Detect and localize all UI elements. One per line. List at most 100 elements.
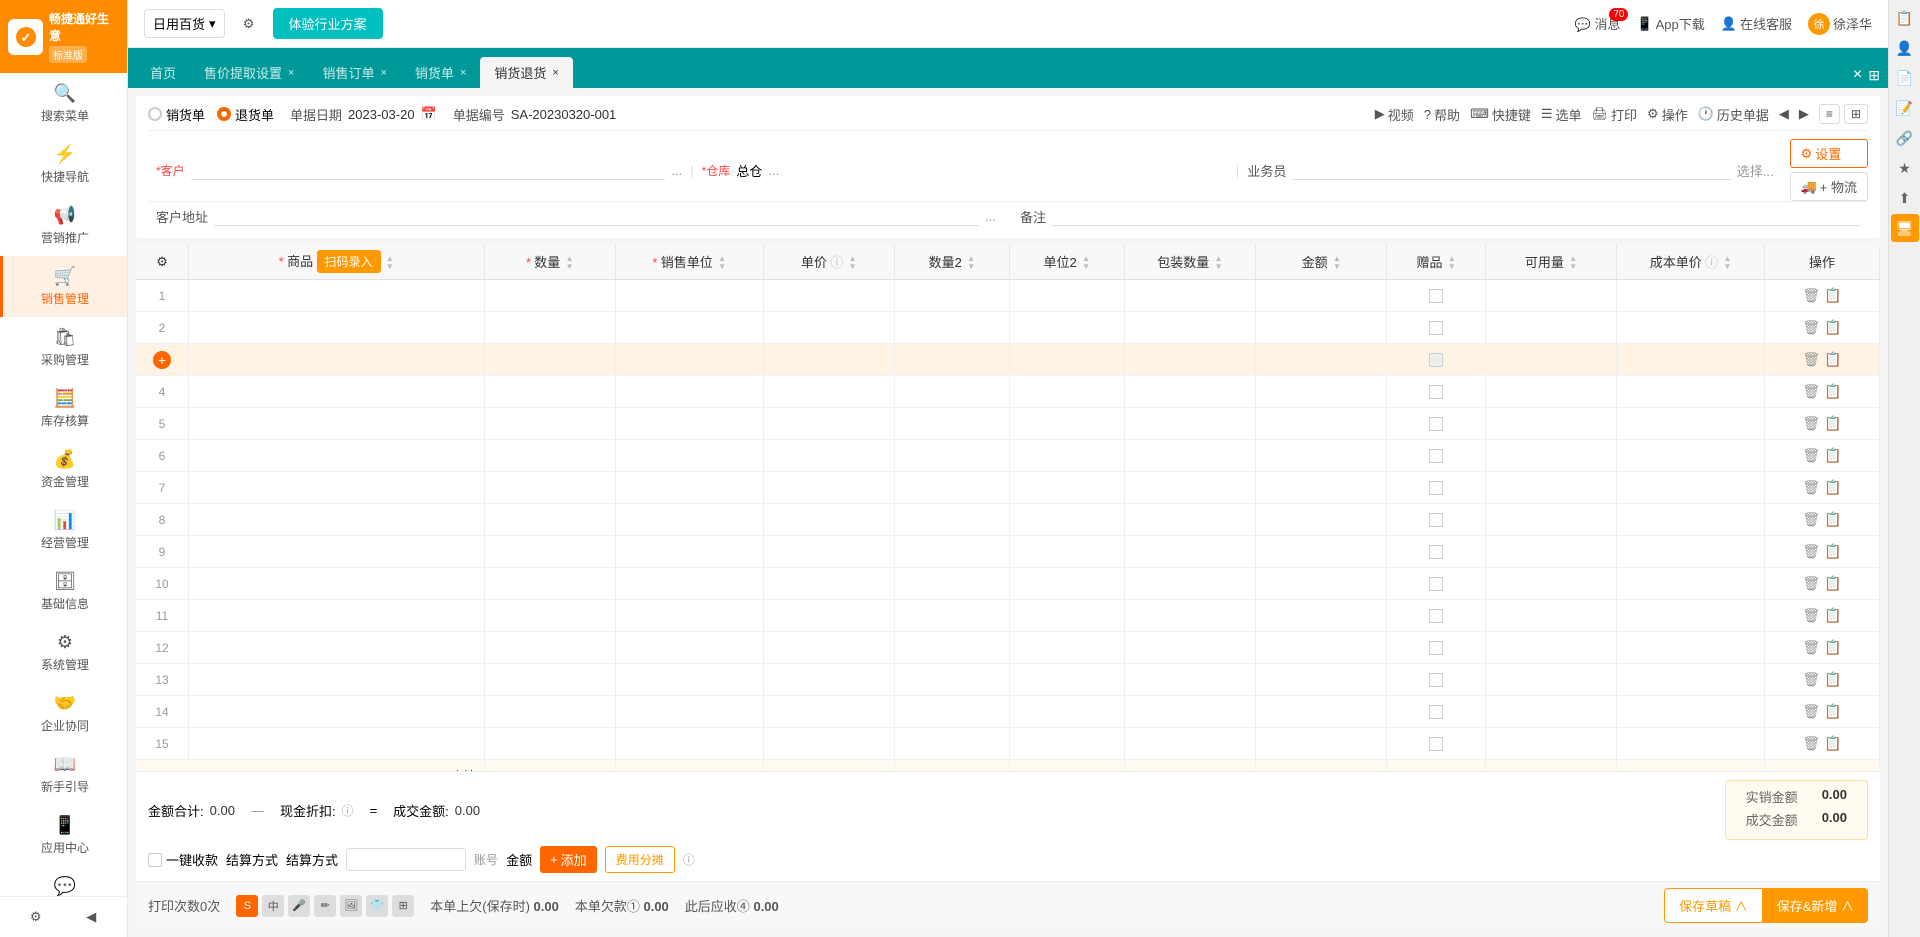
operate-btn[interactable]: ⚙ 操作: [1647, 105, 1688, 124]
gift-checkbox[interactable]: [1429, 705, 1443, 719]
tab-close-icon[interactable]: ×: [380, 67, 386, 79]
sidebar-item-system[interactable]: ⚙ 系统管理: [0, 622, 127, 683]
sidebar-item-purchase[interactable]: 🛍 采购管理: [0, 317, 127, 378]
sidebar-item-inventory[interactable]: 🧮 库存核算: [0, 378, 127, 439]
address-dots[interactable]: ...: [985, 209, 996, 224]
sidebar-item-search[interactable]: 🔍 搜索菜单: [0, 73, 127, 134]
tab-home[interactable]: 首页: [136, 57, 190, 88]
gift-checkbox[interactable]: [1429, 481, 1443, 495]
gift-checkbox[interactable]: [1429, 513, 1443, 527]
delete-icon[interactable]: 🗑: [1802, 383, 1820, 400]
sidebar-item-wechat[interactable]: 💬 企业微信: [0, 866, 127, 896]
copy-icon[interactable]: 📋: [1824, 703, 1841, 720]
gift-checkbox[interactable]: [1429, 385, 1443, 399]
gift-cell[interactable]: [1387, 280, 1486, 312]
copy-icon[interactable]: 📋: [1824, 511, 1841, 528]
warehouse-dots[interactable]: ...: [768, 163, 779, 178]
avail-cell[interactable]: [1485, 280, 1616, 312]
sidebar-item-enterprise[interactable]: 🤝 企业协同: [0, 683, 127, 744]
copy-icon[interactable]: 📋: [1824, 415, 1841, 432]
copy-icon[interactable]: 📋: [1824, 639, 1841, 656]
user-profile[interactable]: 徐 徐泽华: [1808, 13, 1872, 35]
sidebar-item-quick[interactable]: ⚡ 快捷导航: [0, 134, 127, 195]
delete-icon[interactable]: 🗑: [1802, 671, 1820, 688]
customer-dots[interactable]: ...: [671, 163, 682, 178]
video-btn[interactable]: ▶ 视频: [1375, 105, 1414, 124]
rp-icon-6[interactable]: ★: [1891, 154, 1919, 182]
message-button[interactable]: 💬 70 消息: [1575, 14, 1621, 33]
delete-icon[interactable]: 🗑: [1802, 703, 1820, 720]
delete-icon[interactable]: 🗑: [1802, 415, 1820, 432]
delete-icon[interactable]: 🗑: [1802, 735, 1820, 752]
save-draft-button[interactable]: 保存草稿 ∧: [1664, 888, 1763, 923]
cta-button[interactable]: 体验行业方案: [273, 8, 383, 39]
gift-cell[interactable]: [1387, 344, 1486, 376]
product-cell[interactable]: [189, 376, 485, 408]
delete-icon[interactable]: 🗑: [1802, 287, 1820, 304]
copy-icon[interactable]: 📋: [1824, 351, 1841, 368]
staff-input[interactable]: [1292, 160, 1730, 180]
gift-cell[interactable]: [1387, 312, 1486, 344]
sidebar-item-sales[interactable]: 🛒 销售管理: [0, 256, 127, 317]
copy-icon[interactable]: 📋: [1824, 319, 1841, 336]
unit2-cell[interactable]: [1009, 280, 1124, 312]
copy-icon[interactable]: 📋: [1824, 287, 1841, 304]
price-cell[interactable]: [763, 280, 894, 312]
delete-icon[interactable]: 🗑: [1802, 543, 1820, 560]
footer-icon-mic[interactable]: 🎤: [288, 895, 310, 917]
copy-icon[interactable]: 📋: [1824, 607, 1841, 624]
select-btn[interactable]: ☰ 选单: [1541, 105, 1582, 124]
shortcut-btn[interactable]: ⌨ 快捷键: [1470, 105, 1531, 124]
radio-sale[interactable]: 销货单: [148, 105, 205, 124]
help-btn[interactable]: ? 帮助: [1424, 105, 1460, 124]
settings-bottom-icon[interactable]: ⚙: [24, 905, 48, 929]
delete-icon[interactable]: 🗑: [1802, 575, 1820, 592]
product-input-cell[interactable]: [189, 344, 485, 376]
account-input[interactable]: [346, 848, 466, 871]
gift-checkbox[interactable]: [1429, 609, 1443, 623]
gear-icon[interactable]: ⚙: [156, 254, 168, 269]
rp-icon-5[interactable]: 🔗: [1891, 124, 1919, 152]
footer-icon-s[interactable]: S: [236, 895, 258, 917]
tab-restore-icon[interactable]: ⊞: [1868, 67, 1880, 84]
sidebar-item-finance[interactable]: 💰 资金管理: [0, 439, 127, 500]
one-click-checkbox[interactable]: 一键收款: [148, 850, 218, 869]
print-btn[interactable]: 🖨 打印: [1592, 105, 1638, 124]
sidebar-item-marketing[interactable]: 📢 营销推广: [0, 195, 127, 256]
footer-icon-zh[interactable]: 中: [262, 895, 284, 917]
rp-icon-2[interactable]: 👤: [1891, 34, 1919, 62]
note-input[interactable]: [1052, 206, 1860, 226]
gift-checkbox[interactable]: [1429, 289, 1443, 303]
copy-icon[interactable]: 📋: [1824, 575, 1841, 592]
sidebar-item-apps[interactable]: 📱 应用中心: [0, 805, 127, 866]
avail-cell[interactable]: [1485, 312, 1616, 344]
feefen-button[interactable]: 费用分摊: [605, 846, 675, 873]
calendar-icon[interactable]: 📅: [421, 106, 437, 122]
qty-cell[interactable]: [484, 280, 615, 312]
delete-icon[interactable]: 🗑: [1802, 319, 1820, 336]
tab-sale-price[interactable]: 售价提取设置 ×: [190, 57, 308, 88]
copy-icon[interactable]: 📋: [1824, 383, 1841, 400]
amount-cell[interactable]: [1256, 312, 1387, 344]
gift-checkbox[interactable]: [1429, 673, 1443, 687]
tab-close-icon[interactable]: ×: [288, 67, 294, 79]
product-cell[interactable]: [189, 280, 485, 312]
app-download-button[interactable]: 📱 App下载: [1636, 14, 1704, 33]
copy-icon[interactable]: 📋: [1824, 735, 1841, 752]
gift-checkbox[interactable]: [1429, 577, 1443, 591]
unit-cell[interactable]: [615, 312, 763, 344]
sidebar-item-operation[interactable]: 📊 经营管理: [0, 500, 127, 561]
delete-icon[interactable]: 🗑: [1802, 479, 1820, 496]
history-btn[interactable]: 🕐 历史单据: [1698, 105, 1769, 124]
tab-close-all-icon[interactable]: ×: [1853, 66, 1862, 84]
gift-checkbox[interactable]: [1429, 545, 1443, 559]
footer-icon-img[interactable]: 🖼: [340, 895, 362, 917]
tab-sale-return[interactable]: 销货退货 ×: [480, 57, 572, 88]
sidebar-item-guide[interactable]: 📖 新手引导: [0, 744, 127, 805]
footer-icon-pen[interactable]: ✏: [314, 895, 336, 917]
table-scroll[interactable]: ⚙ * 商品 扫码录入 ▲▼ * 数量 ▲▼: [136, 244, 1880, 771]
view-list-btn[interactable]: ≡: [1819, 104, 1840, 124]
qty2-cell[interactable]: [894, 280, 1009, 312]
product-cell[interactable]: [189, 408, 485, 440]
cost-cell[interactable]: [1617, 344, 1765, 376]
